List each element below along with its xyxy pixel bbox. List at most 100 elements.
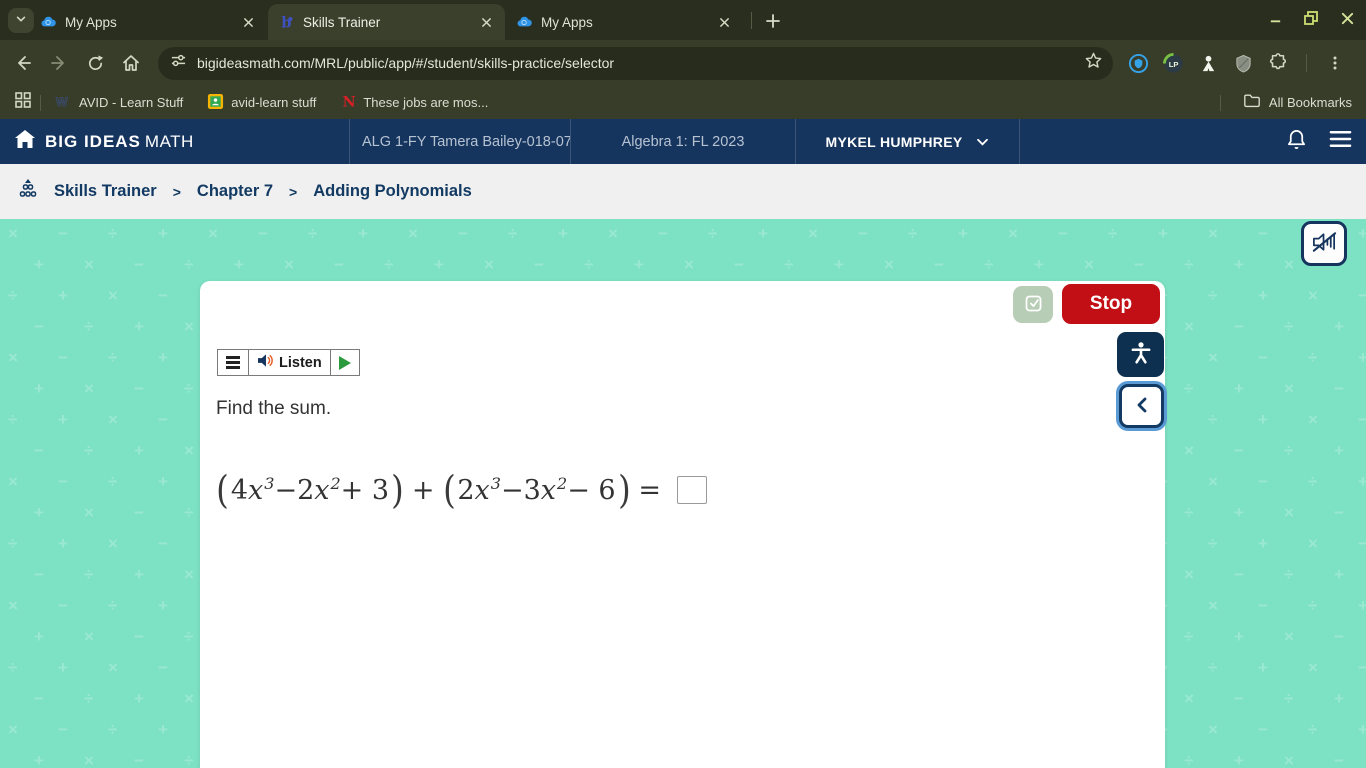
pattern-symbol: − [34, 441, 44, 460]
pattern-symbol: ÷ [984, 255, 994, 274]
close-icon[interactable] [239, 13, 257, 31]
pattern-symbol: × [1208, 348, 1218, 367]
pattern-symbol: × [608, 224, 618, 243]
header-actions [1286, 119, 1352, 164]
new-tab-button[interactable] [760, 8, 785, 33]
all-bookmarks-label: All Bookmarks [1268, 95, 1352, 110]
bookmark-avid-learn-stuff-2[interactable]: avid-learn stuff [207, 93, 316, 113]
pattern-symbol: × [884, 255, 894, 274]
pattern-symbol: × [1308, 534, 1318, 553]
pattern-symbol: + [58, 410, 68, 429]
pattern-symbol: × [484, 255, 494, 274]
pattern-symbol: ÷ [1184, 627, 1194, 646]
folder-icon [1243, 92, 1261, 113]
browser-window: My Apps b Skills Trainer My Apps bigidea… [0, 0, 1366, 768]
all-bookmarks[interactable]: All Bookmarks [1212, 92, 1352, 113]
question-prompt: Find the sum. [216, 398, 332, 419]
pattern-symbol: − [258, 224, 268, 243]
pattern-symbol: ÷ [1184, 255, 1194, 274]
grey-shield-extension-icon[interactable] [1232, 52, 1254, 74]
pattern-symbol: × [1208, 224, 1218, 243]
hamburger-menu-icon[interactable] [1329, 130, 1352, 153]
pattern-symbol: − [1358, 410, 1366, 429]
pattern-symbol: ÷ [184, 627, 194, 646]
address-bar[interactable]: bigideasmath.com/MRL/public/app/#/studen… [158, 46, 1113, 80]
breadcrumb-chapter-7[interactable]: Chapter 7 [197, 182, 273, 201]
pattern-symbol: ÷ [1308, 472, 1318, 491]
listen-menu-button[interactable] [218, 350, 248, 375]
play-button[interactable] [329, 350, 359, 375]
back-icon[interactable] [10, 50, 36, 76]
accessibility-button[interactable] [1117, 332, 1164, 377]
pattern-symbol: − [1258, 348, 1268, 367]
pattern-symbol: + [134, 689, 144, 708]
user-menu[interactable]: MYKEL HUMPHREY [795, 119, 1020, 164]
pattern-symbol: × [8, 224, 18, 243]
pattern-symbol: + [58, 534, 68, 553]
collapse-panel-button[interactable] [1119, 384, 1164, 428]
pattern-symbol: × [108, 534, 118, 553]
apps-grid-icon[interactable] [14, 91, 32, 114]
answer-input[interactable] [677, 476, 708, 504]
pattern-symbol: + [34, 255, 44, 274]
svg-text:LP: LP [1168, 59, 1178, 68]
tab-my-apps-1[interactable]: My Apps [30, 4, 267, 40]
mute-audio-button[interactable] [1301, 221, 1347, 266]
tab-skills-trainer[interactable]: b Skills Trainer [268, 4, 505, 40]
forward-icon[interactable] [46, 50, 72, 76]
listen-button[interactable]: Listen [248, 350, 330, 375]
reload-icon[interactable] [82, 50, 108, 76]
close-icon[interactable] [477, 13, 495, 31]
site-settings-icon[interactable] [170, 52, 187, 74]
pattern-symbol: ÷ [1308, 720, 1318, 739]
browser-toolbar: bigideasmath.com/MRL/public/app/#/studen… [0, 40, 1366, 86]
equation-token: + 3 [340, 474, 390, 506]
pattern-symbol: ÷ [1208, 658, 1218, 677]
tab-label: Skills Trainer [303, 14, 381, 30]
person-extension-icon[interactable] [1197, 52, 1219, 74]
url-text[interactable]: bigideasmath.com/MRL/public/app/#/studen… [197, 55, 1084, 71]
class-section-cell[interactable]: ALG 1-FY Tamera Bailey-018-07--12 [349, 119, 570, 164]
pattern-symbol: × [84, 255, 94, 274]
bookmark-avid-learn-stuff[interactable]: W AVID - Learn Stuff [55, 93, 183, 113]
listen-toolbar: Listen [217, 349, 360, 376]
breadcrumb-adding-polynomials[interactable]: Adding Polynomials [313, 182, 472, 201]
tab-my-apps-2[interactable]: My Apps [506, 4, 743, 40]
bookmarks-divider [1219, 94, 1221, 111]
pattern-symbol: ÷ [84, 565, 94, 584]
breadcrumb-skills-trainer[interactable]: Skills Trainer [54, 182, 157, 201]
pattern-symbol: + [34, 751, 44, 768]
restore-button[interactable] [1300, 7, 1322, 29]
close-paren: ) [391, 468, 404, 512]
bookmark-star-icon[interactable] [1084, 51, 1103, 75]
scratchpad-button[interactable] [1013, 286, 1053, 323]
equation-token: 4 [230, 474, 249, 506]
lastpass-extension-icon[interactable]: LP [1162, 52, 1184, 74]
bell-icon[interactable] [1286, 128, 1307, 156]
muted-speaker-icon [1311, 230, 1338, 257]
extensions-puzzle-icon[interactable] [1267, 52, 1289, 74]
pattern-symbol: ÷ [108, 472, 118, 491]
bookmark-these-jobs[interactable]: N These jobs are mos... [340, 93, 488, 112]
pattern-symbol: − [134, 627, 144, 646]
w-outline-icon: W [55, 93, 72, 113]
stop-button[interactable]: Stop [1062, 284, 1160, 324]
blue-shield-extension-icon[interactable] [1127, 52, 1149, 74]
course-cell[interactable]: Algebra 1: FL 2023 [570, 119, 795, 164]
equals-sign: = [638, 474, 662, 506]
pattern-symbol: − [934, 255, 944, 274]
menu-kebab-icon[interactable] [1324, 52, 1346, 74]
pattern-symbol: + [1358, 596, 1366, 615]
pattern-symbol: × [108, 658, 118, 677]
equation-token: x2 [314, 473, 341, 506]
home-icon[interactable] [118, 50, 144, 76]
minimize-button[interactable] [1264, 7, 1286, 29]
pattern-symbol: × [1284, 503, 1294, 522]
toolbar-divider [1306, 54, 1307, 72]
pattern-symbol: × [1008, 224, 1018, 243]
big-ideas-math-logo[interactable]: BIG IDEAS MATH [14, 119, 194, 164]
close-window-button[interactable] [1336, 7, 1358, 29]
close-icon[interactable] [715, 13, 733, 31]
pattern-symbol: + [1258, 410, 1268, 429]
pattern-symbol: ÷ [508, 224, 518, 243]
